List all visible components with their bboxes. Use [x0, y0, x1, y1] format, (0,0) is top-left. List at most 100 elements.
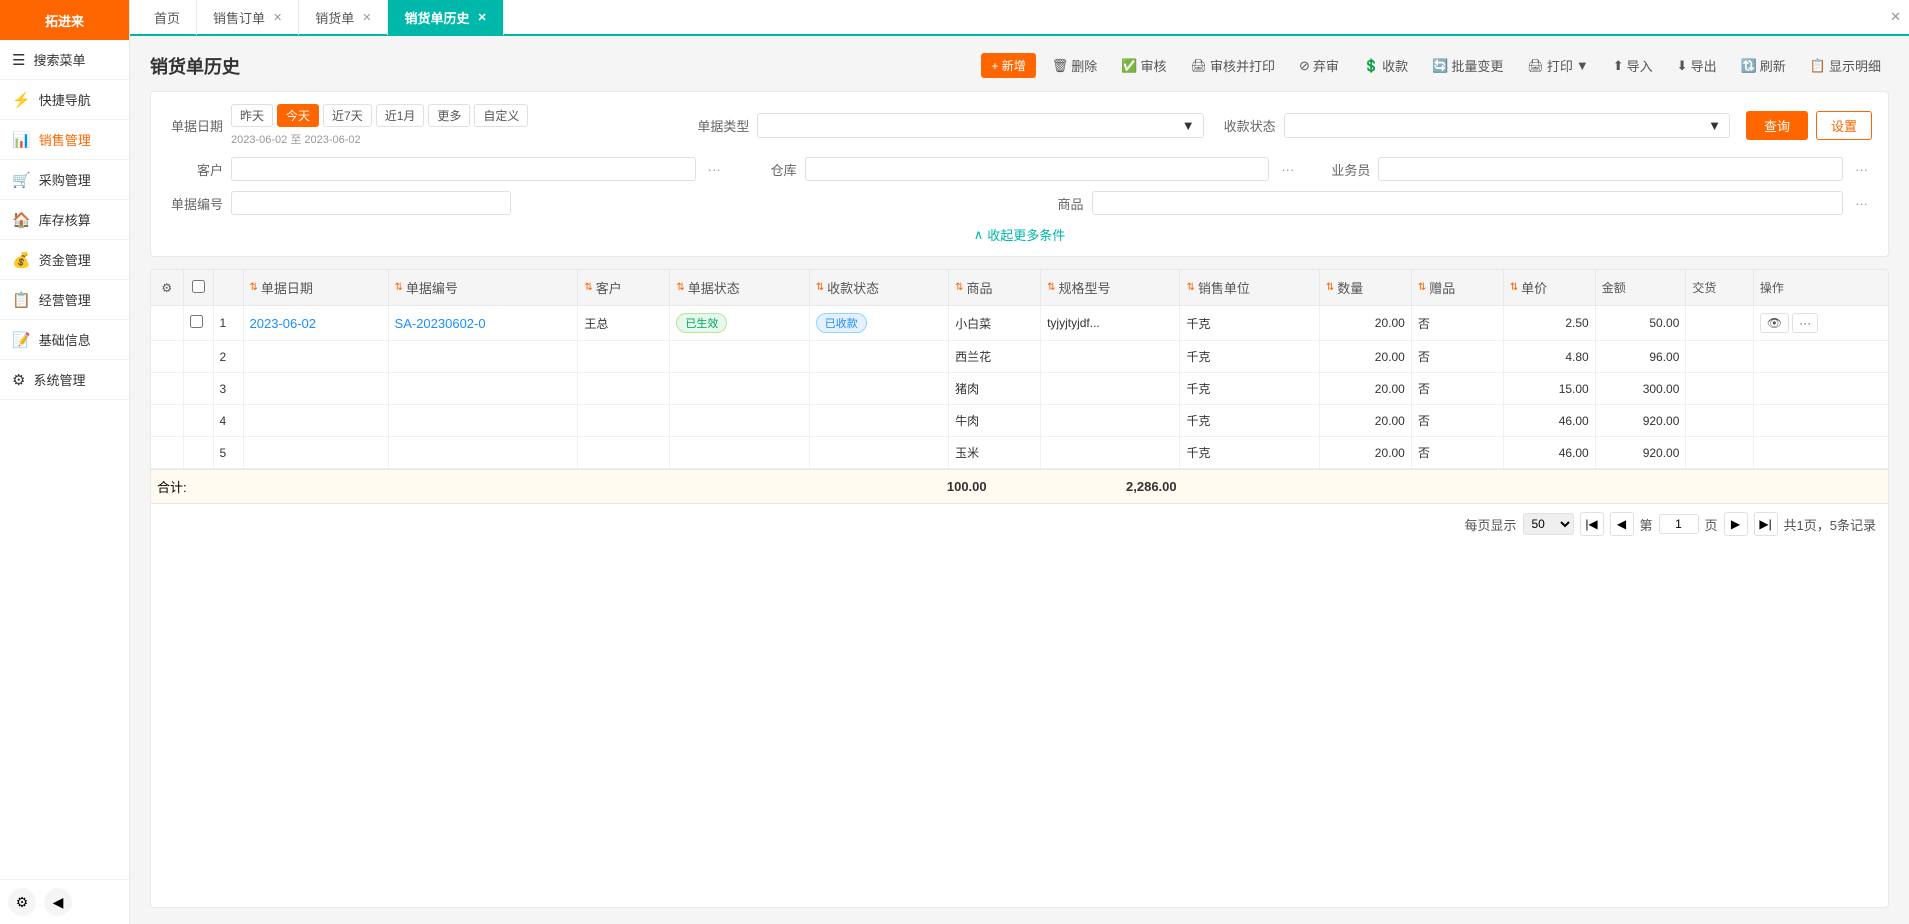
operations-icon: 📋: [12, 291, 31, 309]
table-cell: [809, 373, 948, 405]
product-input[interactable]: [1092, 191, 1844, 215]
table-cell: [1753, 341, 1888, 373]
export-button[interactable]: ⬇ 导出: [1669, 52, 1725, 79]
table-cell: 👁···: [1753, 306, 1888, 341]
page-prev-btn[interactable]: ◀: [1610, 512, 1634, 536]
page-last-btn[interactable]: ▶|: [1754, 512, 1778, 536]
th-unit[interactable]: ⇅销售单位: [1180, 270, 1319, 306]
sort-docno-icon: ⇅: [395, 282, 403, 293]
table-row: 3猪肉千克20.00否15.00300.00: [151, 373, 1888, 405]
sidebar-item-finance[interactable]: 💰 资金管理: [0, 240, 129, 280]
page-first-btn[interactable]: |◀: [1580, 512, 1604, 536]
filter-salesperson: 业务员 ···: [1314, 157, 1872, 181]
sidebar-item-inventory[interactable]: 🏠 库存核算: [0, 200, 129, 240]
table-cell: 4.80: [1503, 341, 1595, 373]
collect-status-select[interactable]: ▼: [1284, 113, 1730, 138]
th-checkbox[interactable]: [183, 270, 213, 306]
table-cell: 2.50: [1503, 306, 1595, 341]
tab-delivery-close[interactable]: ✕: [362, 11, 371, 24]
sidebar-collapse-btn[interactable]: ◀: [44, 888, 72, 916]
sidebar-item-purchase[interactable]: 🛒 采购管理: [0, 160, 129, 200]
doc-no-link[interactable]: SA-20230602-0: [395, 316, 486, 331]
th-doc-no[interactable]: ⇅单据编号: [388, 270, 578, 306]
refresh-button[interactable]: 🔃 刷新: [1733, 52, 1794, 79]
warehouse-input[interactable]: [805, 157, 1270, 181]
tab-sales-order[interactable]: 销售订单 ✕: [197, 0, 299, 35]
date-link[interactable]: 2023-06-02: [250, 316, 317, 331]
th-doc-status[interactable]: ⇅单据状态: [670, 270, 809, 306]
doc-type-select[interactable]: ▼: [757, 113, 1203, 138]
abandon-button[interactable]: ⊘ 弃审: [1291, 52, 1347, 79]
review-print-button[interactable]: 🖨 审核并打印: [1182, 52, 1283, 79]
batch-change-button[interactable]: 🔄 批量变更: [1424, 52, 1511, 79]
product-dots[interactable]: ···: [1851, 196, 1872, 211]
refresh-icon: 🔃: [1741, 58, 1757, 74]
tabbar: 首页 销售订单 ✕ 销货单 ✕ 销货单历史 ✕ ✕: [130, 0, 1909, 36]
th-spec[interactable]: ⇅规格型号: [1041, 270, 1180, 306]
th-date[interactable]: ⇅单据日期: [243, 270, 388, 306]
sidebar-item-quick-nav[interactable]: ⚡ 快捷导航: [0, 80, 129, 120]
th-product[interactable]: ⇅商品: [949, 270, 1041, 306]
review-button[interactable]: ✅ 审核: [1113, 52, 1174, 79]
customer-dots[interactable]: ···: [704, 162, 725, 177]
inventory-icon: 🏠: [12, 211, 31, 229]
table-cell: 已生效: [670, 306, 809, 341]
delete-button[interactable]: 🗑 删除: [1044, 52, 1106, 79]
row-view-btn[interactable]: 👁: [1760, 313, 1789, 333]
salesperson-input[interactable]: [1378, 157, 1843, 181]
tab-home[interactable]: 首页: [138, 0, 197, 35]
sort-date-icon: ⇅: [250, 282, 258, 293]
date-more-btn[interactable]: 更多: [428, 104, 470, 127]
tab-delivery-history-close[interactable]: ✕: [478, 11, 487, 24]
table-cell: 2023-06-02: [243, 306, 388, 341]
import-button[interactable]: ⬆ 导入: [1605, 52, 1661, 79]
per-page-select[interactable]: 50 100 200: [1523, 513, 1574, 535]
th-collect-status[interactable]: ⇅收款状态: [809, 270, 948, 306]
doc-type-label: 单据类型: [693, 116, 749, 135]
th-gear[interactable]: ⚙: [151, 270, 183, 306]
table-cell: [243, 341, 388, 373]
th-price[interactable]: ⇅单价: [1503, 270, 1595, 306]
table-cell: 已收款: [809, 306, 948, 341]
sidebar-item-basic-info[interactable]: 📝 基础信息: [0, 320, 129, 360]
tab-delivery[interactable]: 销货单 ✕: [299, 0, 388, 35]
settings-button[interactable]: 设置: [1816, 111, 1872, 140]
date-yesterday-btn[interactable]: 昨天: [231, 104, 273, 127]
finance-icon: 💰: [12, 251, 31, 269]
page-next-btn[interactable]: ▶: [1724, 512, 1748, 536]
sidebar-item-search-menu[interactable]: ☰ 搜索菜单: [0, 40, 129, 80]
sidebar-item-operations[interactable]: 📋 经营管理: [0, 280, 129, 320]
query-button[interactable]: 查询: [1746, 111, 1808, 140]
show-detail-button[interactable]: 📋 显示明细: [1802, 52, 1889, 79]
collapse-button[interactable]: ∧ 收起更多条件: [167, 225, 1872, 244]
warehouse-dots[interactable]: ···: [1277, 162, 1298, 177]
date-buttons: 昨天 今天 近7天 近1月 更多 自定义: [231, 104, 528, 127]
tabbar-close-all[interactable]: ✕: [1890, 9, 1901, 25]
add-button[interactable]: + 新增: [981, 53, 1035, 78]
doc-no-input[interactable]: [231, 191, 511, 215]
sidebar-item-system[interactable]: ⚙ 系统管理: [0, 360, 129, 400]
collect-button[interactable]: 💲 收款: [1355, 52, 1416, 79]
salesperson-dots[interactable]: ···: [1851, 162, 1872, 177]
date-7days-btn[interactable]: 近7天: [323, 104, 372, 127]
date-custom-btn[interactable]: 自定义: [474, 104, 528, 127]
sidebar-item-label: 库存核算: [39, 210, 91, 229]
sidebar-settings-btn[interactable]: ⚙: [8, 888, 36, 916]
date-1month-btn[interactable]: 近1月: [376, 104, 425, 127]
customer-input[interactable]: [231, 157, 696, 181]
select-all-checkbox[interactable]: [192, 280, 205, 293]
th-qty[interactable]: ⇅数量: [1319, 270, 1411, 306]
date-today-btn[interactable]: 今天: [277, 104, 319, 127]
tab-sales-order-close[interactable]: ✕: [273, 11, 282, 24]
page-unit: 页: [1705, 515, 1718, 534]
sidebar-item-sales[interactable]: 📊 销售管理: [0, 120, 129, 160]
tab-delivery-history[interactable]: 销货单历史 ✕: [388, 0, 503, 35]
table-cell: [1686, 306, 1754, 341]
table-cell: [151, 437, 183, 469]
th-gift[interactable]: ⇅赠品: [1411, 270, 1503, 306]
print-button[interactable]: 🖨 打印 ▼: [1519, 52, 1596, 79]
row-more-btn[interactable]: ···: [1792, 313, 1818, 333]
th-customer[interactable]: ⇅客户: [578, 270, 670, 306]
page-input[interactable]: [1659, 514, 1699, 534]
row-checkbox[interactable]: [190, 315, 203, 328]
